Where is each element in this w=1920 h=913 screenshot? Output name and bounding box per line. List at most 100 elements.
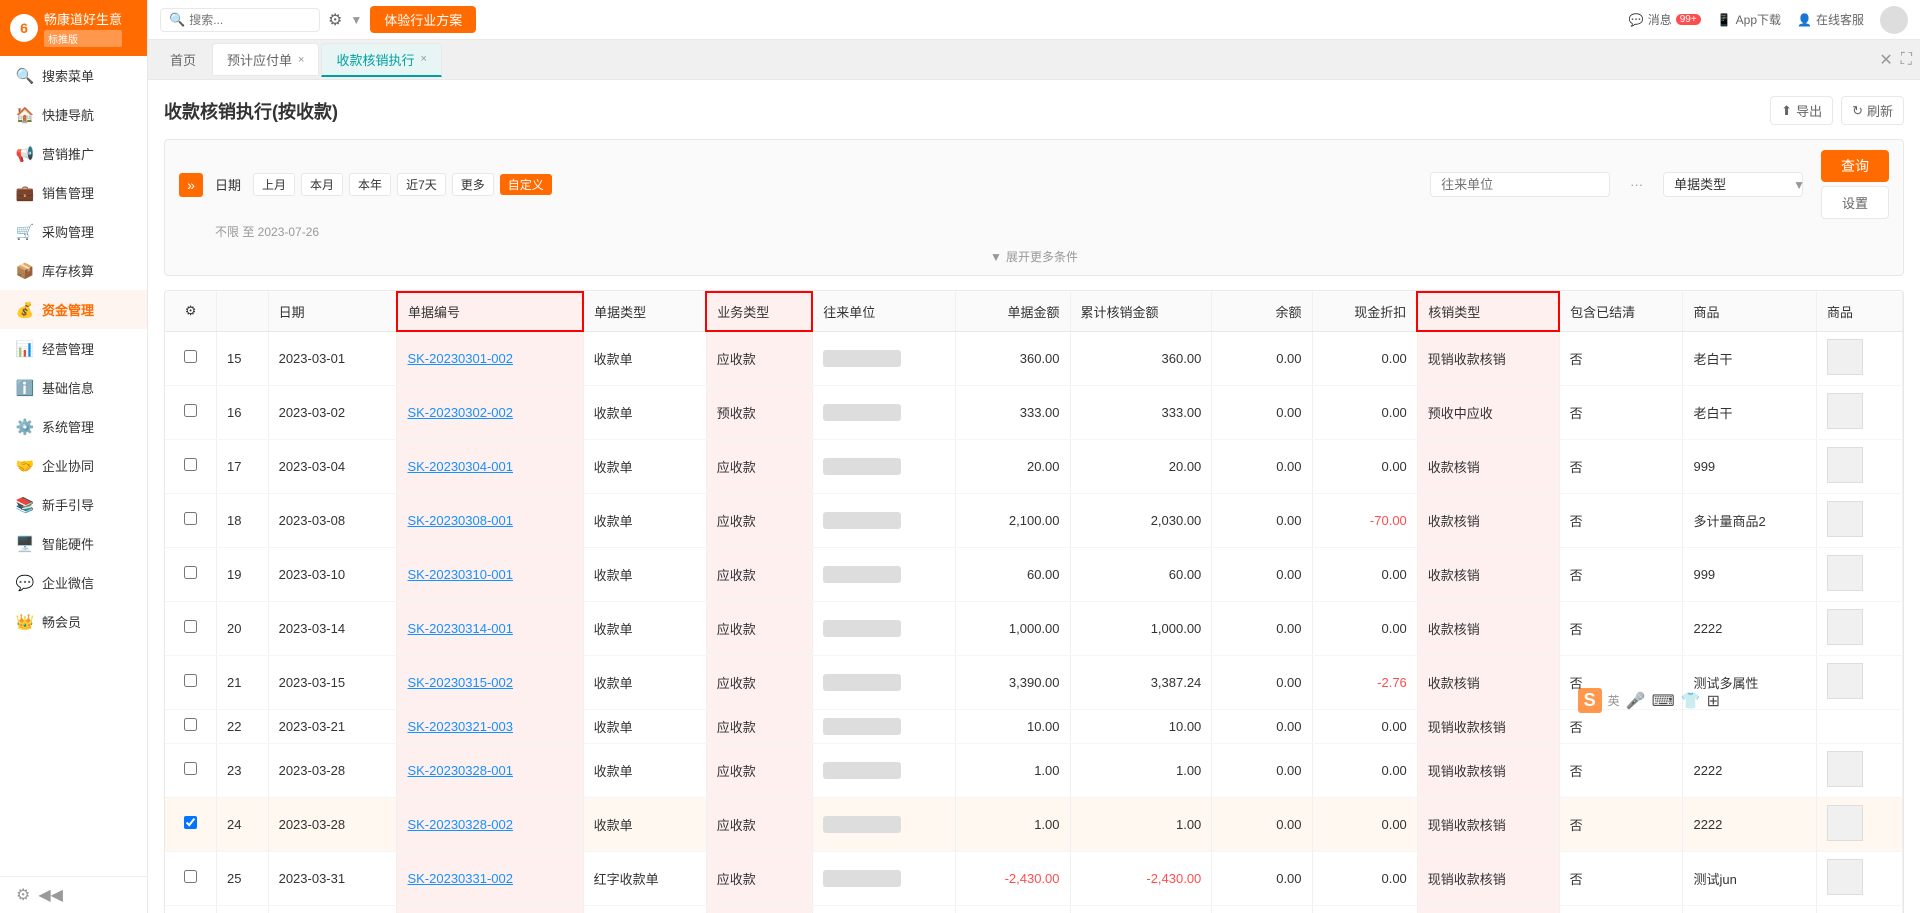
sidebar-item-4[interactable]: 🛒采购管理 (0, 212, 147, 251)
cell-checkbox[interactable] (165, 547, 217, 601)
doc-no-link[interactable]: SK-20230315-002 (407, 675, 513, 690)
date-custom[interactable]: 自定义 (500, 174, 552, 195)
sidebar-item-14[interactable]: 👑畅会员 (0, 602, 147, 641)
cell-amount: 60.00 (955, 547, 1070, 601)
cell-biz-type: 应收款 (706, 851, 812, 905)
cell-checkbox[interactable] (165, 797, 217, 851)
th-settings[interactable]: ⚙ (165, 292, 217, 331)
tab-1[interactable]: 预计应付单× (212, 43, 319, 76)
cell-doc-no: SK-20230328-002 (397, 797, 583, 851)
table-row[interactable]: 18 2023-03-08 SK-20230308-001 收款单 应收款 ██… (165, 493, 1903, 547)
doc-type-select[interactable]: 单据类型 (1663, 172, 1803, 197)
sidebar-item-1[interactable]: 🏠快捷导航 (0, 95, 147, 134)
cell-discount: -2.76 (1312, 655, 1417, 709)
sidebar-item-10[interactable]: 🤝企业协同 (0, 446, 147, 485)
query-btn[interactable]: 查询 (1821, 150, 1889, 182)
table-row[interactable]: 22 2023-03-21 SK-20230321-003 收款单 应收款 ██… (165, 709, 1903, 743)
chevron-down-icon[interactable]: ▼ (350, 13, 362, 27)
doc-no-link[interactable]: SK-20230328-001 (407, 763, 513, 778)
cell-checkbox[interactable] (165, 493, 217, 547)
date-label: 日期 (215, 175, 241, 194)
app-download-btn[interactable]: 📱 App下载 (1717, 11, 1781, 28)
filter-expand-btn[interactable]: » (179, 173, 203, 197)
cell-amount: 360.00 (955, 331, 1070, 385)
sidebar-item-3[interactable]: 💼销售管理 (0, 173, 147, 212)
gear-icon[interactable]: ⚙ (328, 10, 342, 30)
cell-checkbox[interactable] (165, 709, 217, 743)
industry-btn[interactable]: 体验行业方案 (370, 6, 476, 33)
expand-more-btn[interactable]: ▼ 展开更多条件 (990, 248, 1078, 265)
online-service-btn[interactable]: 👤 在线客服 (1797, 11, 1864, 28)
watermark: S 英 🎤 ⌨ 👕 ⊞ (1578, 688, 1720, 713)
export-btn[interactable]: ⬆ 导出 (1770, 96, 1833, 125)
tab-close-1[interactable]: × (298, 54, 304, 66)
cell-goods2 (1816, 851, 1902, 905)
table-row[interactable]: 16 2023-03-02 SK-20230302-002 收款单 预收款 ██… (165, 385, 1903, 439)
doc-no-link[interactable]: SK-20230321-003 (407, 719, 513, 734)
cell-balance: 0.00 (1212, 743, 1312, 797)
tab-0[interactable]: 首页 (156, 44, 210, 75)
cell-include-settled: 否 (1559, 797, 1683, 851)
cell-checkbox[interactable] (165, 743, 217, 797)
table-row[interactable]: 20 2023-03-14 SK-20230314-001 收款单 应收款 ██… (165, 601, 1903, 655)
doc-no-link[interactable]: SK-20230304-001 (407, 459, 513, 474)
sidebar-item-11[interactable]: 📚新手引导 (0, 485, 147, 524)
date-last-month[interactable]: 上月 (253, 173, 295, 196)
doc-no-link[interactable]: SK-20230301-002 (407, 351, 513, 366)
sidebar-item-5[interactable]: 📦库存核算 (0, 251, 147, 290)
expand-tab-btn[interactable]: ⛶ (1901, 50, 1912, 70)
setting-btn[interactable]: 设置 (1821, 186, 1889, 219)
sidebar-item-2[interactable]: 📢营销推广 (0, 134, 147, 173)
table-row[interactable]: 25 2023-03-31 SK-20230331-002 红字收款单 应收款 … (165, 851, 1903, 905)
cell-checkbox[interactable] (165, 655, 217, 709)
doc-no-link[interactable]: SK-20230308-001 (407, 513, 513, 528)
cell-checkbox[interactable] (165, 385, 217, 439)
user-avatar[interactable] (1880, 6, 1908, 34)
sidebar-item-7[interactable]: 📊经营管理 (0, 329, 147, 368)
cell-verify-type: 收款核销 (1417, 439, 1559, 493)
sidebar-item-13[interactable]: 💬企业微信 (0, 563, 147, 602)
cell-verify-type: 收款核销 (1417, 655, 1559, 709)
doc-no-link[interactable]: SK-20230314-001 (407, 621, 513, 636)
doc-no-link[interactable]: SK-20230310-001 (407, 567, 513, 582)
message-btn[interactable]: 💬 消息 99+ (1629, 11, 1701, 28)
table-row[interactable]: 15 2023-03-01 SK-20230301-002 收款单 应收款 ██… (165, 331, 1903, 385)
cell-checkbox[interactable] (165, 331, 217, 385)
collapse-icon[interactable]: ◀◀ (38, 885, 63, 905)
topbar-search[interactable]: 🔍 (160, 8, 320, 32)
close-tab-btn[interactable]: ✕ (1879, 50, 1892, 70)
sidebar-item-9[interactable]: ⚙️系统管理 (0, 407, 147, 446)
table-row[interactable]: 23 2023-03-28 SK-20230328-001 收款单 应收款 ██… (165, 743, 1903, 797)
sidebar-item-0[interactable]: 🔍搜索菜单 (0, 56, 147, 95)
table-row[interactable]: 24 2023-03-28 SK-20230328-002 收款单 应收款 ██… (165, 797, 1903, 851)
sidebar-item-12[interactable]: 🖥️智能硬件 (0, 524, 147, 563)
date-this-month[interactable]: 本月 (301, 173, 343, 196)
partner-input[interactable] (1430, 172, 1610, 197)
cell-biz-type: 应收款 (706, 547, 812, 601)
sidebar-item-8[interactable]: ℹ️基础信息 (0, 368, 147, 407)
doc-no-link[interactable]: SK-20230302-002 (407, 405, 513, 420)
cell-date: 2023-03-04 (268, 439, 397, 493)
cell-doc-type: 红字收款单 (583, 851, 706, 905)
settings-icon[interactable]: ⚙ (16, 885, 30, 905)
cell-partner: ██ (812, 851, 955, 905)
filter-more-row: ▼ 展开更多条件 (179, 248, 1889, 265)
cell-balance: 0.00 (1212, 331, 1312, 385)
cell-checkbox[interactable] (165, 851, 217, 905)
doc-no-link[interactable]: SK-20230331-002 (407, 871, 513, 886)
table-row[interactable]: 19 2023-03-10 SK-20230310-001 收款单 应收款 ██… (165, 547, 1903, 601)
date-this-year[interactable]: 本年 (349, 173, 391, 196)
doc-no-link[interactable]: SK-20230328-002 (407, 817, 513, 832)
date-7days[interactable]: 近7天 (397, 173, 446, 196)
sidebar-item-6[interactable]: 💰资金管理 (0, 290, 147, 329)
cell-checkbox[interactable] (165, 439, 217, 493)
table-row[interactable]: 17 2023-03-04 SK-20230304-001 收款单 应收款 ██… (165, 439, 1903, 493)
date-more[interactable]: 更多 (452, 173, 494, 196)
tab-2[interactable]: 收款核销执行× (321, 43, 441, 77)
tab-close-2[interactable]: × (420, 53, 426, 65)
refresh-btn[interactable]: ↻ 刷新 (1841, 96, 1904, 125)
cell-checkbox[interactable] (165, 601, 217, 655)
table-row[interactable]: 26 2023-04-03 SK-20230403-002 收款单 预收款 ██… (165, 905, 1903, 913)
cell-checkbox[interactable] (165, 905, 217, 913)
search-input[interactable] (189, 13, 309, 27)
